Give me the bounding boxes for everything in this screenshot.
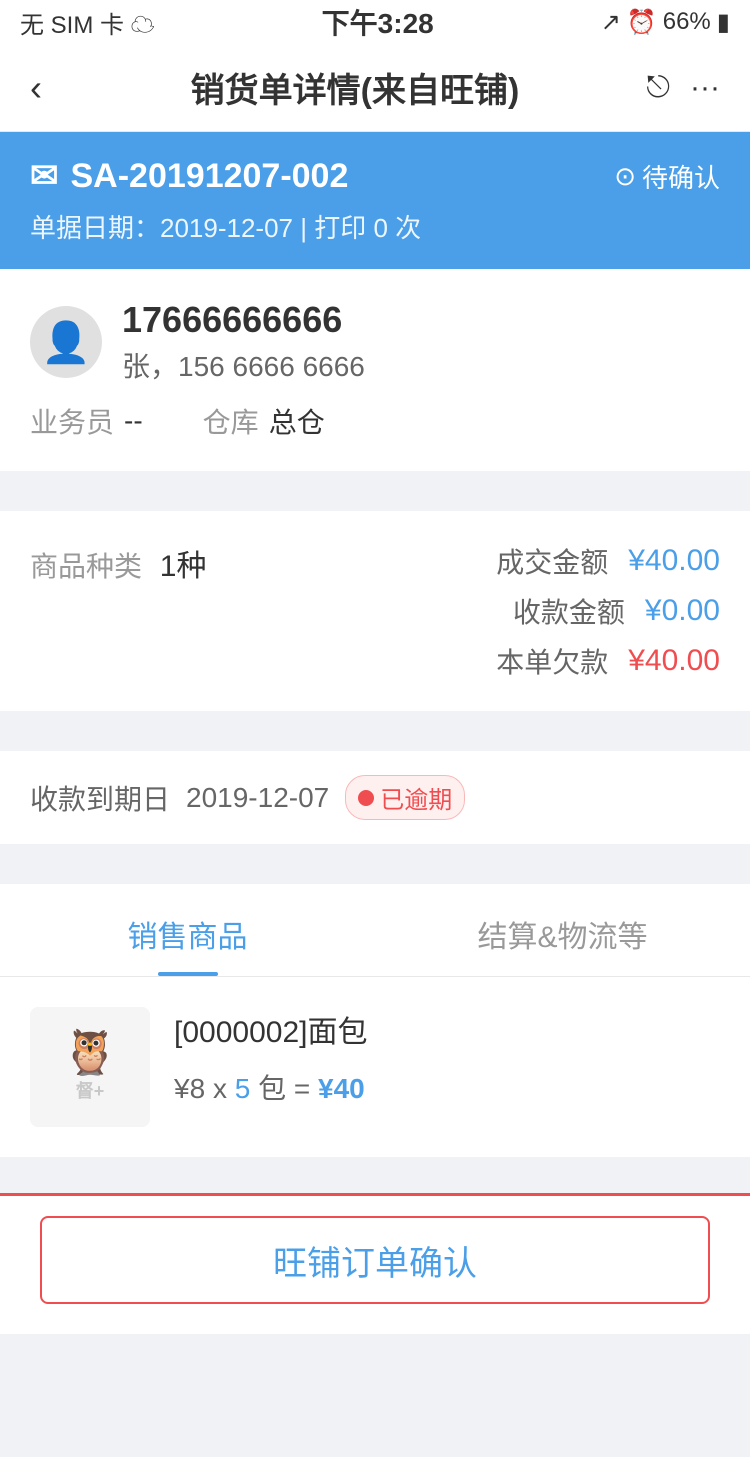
divider-2 — [0, 731, 750, 751]
order-status: ⊙ 待确认 — [614, 158, 720, 195]
battery-level: 66% — [663, 8, 711, 36]
avatar-icon: 👤 — [41, 319, 91, 366]
page-title: 销货单详情(来自旺铺) — [90, 63, 620, 112]
share-icon[interactable]: ⎋ — [646, 71, 670, 105]
more-icon[interactable]: ··· — [690, 71, 720, 105]
due-label: 收款到期日 — [30, 778, 170, 818]
back-icon: ‹ — [30, 67, 42, 108]
nav-bar: ‹ 销货单详情(来自旺铺) ⎋ ··· — [0, 44, 750, 132]
product-price: ¥8 — [174, 1073, 205, 1104]
customer-details: 17666666666 张，156 6666 6666 — [122, 299, 365, 385]
thumb-inner: 🦉 督+ — [63, 1031, 118, 1103]
sales-meta: 业务员 -- — [30, 401, 143, 441]
confirm-order-label: 旺铺订单确认 — [273, 1236, 477, 1285]
battery-icon: ▮ — [717, 8, 730, 37]
customer-meta: 业务员 -- 仓库 总仓 — [30, 401, 720, 441]
product-total: ¥40 — [318, 1073, 365, 1104]
clock-icon: ⊙ — [614, 161, 636, 192]
tab-sales-product[interactable]: 销售商品 — [0, 884, 375, 976]
warehouse-label: 仓库 — [203, 401, 259, 441]
amounts-section: 成交金额 ¥40.00 收款金额 ¥0.00 本单欠款 ¥40.00 — [496, 541, 720, 681]
due-date-value: 2019-12-07 — [186, 782, 329, 814]
transaction-value: ¥40.00 — [628, 544, 720, 578]
customer-row: 👤 17666666666 张，156 6666 6666 — [30, 299, 720, 385]
product-info: [0000002]面包 ¥8 x 5 包 = ¥40 — [174, 1007, 720, 1107]
alarm-icon: ⏰ — [627, 8, 657, 37]
tabs-row: 销售商品 结算&物流等 — [0, 884, 750, 976]
product-thumbnail: 🦉 督+ — [30, 1007, 150, 1127]
order-header: ✉ SA-20191207-002 ⊙ 待确认 单据日期：2019-12-07 … — [0, 132, 750, 269]
owed-row: 本单欠款 ¥40.00 — [496, 641, 720, 681]
print-info: 打印 0 次 — [314, 213, 421, 243]
confirm-order-button[interactable]: 旺铺订单确认 — [40, 1216, 710, 1304]
sales-label: 业务员 — [30, 401, 114, 441]
warehouse-value: 总仓 — [269, 401, 325, 441]
order-icon: ✉ — [30, 156, 59, 196]
status-left: 无 SIM 卡 ☁ — [20, 5, 155, 40]
owl-icon: 🦉 — [63, 1031, 118, 1075]
avatar: 👤 — [30, 306, 102, 378]
product-qty: 5 — [235, 1073, 251, 1104]
overdue-dot-icon — [358, 790, 374, 806]
order-id-row: ✉ SA-20191207-002 — [30, 156, 348, 196]
sales-value: -- — [124, 405, 143, 437]
received-label: 收款金额 — [513, 591, 625, 631]
divider-3 — [0, 864, 750, 884]
category-label: 商品种类 — [30, 551, 142, 582]
confirm-button-wrap: 旺铺订单确认 — [0, 1193, 750, 1334]
equals-symbol: = — [294, 1073, 318, 1104]
order-date-row: 单据日期：2019-12-07 | 打印 0 次 — [30, 208, 720, 245]
summary-section: 商品种类 1种 成交金额 ¥40.00 收款金额 ¥0.00 本单欠款 ¥40.… — [0, 511, 750, 711]
product-card: 🦉 督+ [0000002]面包 ¥8 x 5 包 = ¥40 — [0, 977, 750, 1157]
tabs-section: 销售商品 结算&物流等 — [0, 884, 750, 977]
product-name: [0000002]面包 — [174, 1007, 720, 1051]
transaction-label: 成交金额 — [496, 541, 608, 581]
status-text: 待确认 — [642, 158, 720, 195]
owed-label: 本单欠款 — [496, 641, 608, 681]
customer-phone: 17666666666 — [122, 299, 365, 341]
status-right: ↗ ⏰ 66% ▮ — [601, 8, 730, 37]
tab-active-indicator — [158, 972, 218, 976]
divider-1 — [0, 491, 750, 511]
date-label: 单据日期： — [30, 213, 160, 243]
status-time: 下午3:28 — [322, 2, 434, 42]
product-unit: 包 — [258, 1073, 286, 1104]
overdue-text: 已逾期 — [380, 780, 452, 815]
status-bar: 无 SIM 卡 ☁ 下午3:28 ↗ ⏰ 66% ▮ — [0, 0, 750, 44]
product-calc: ¥8 x 5 包 = ¥40 — [174, 1067, 720, 1107]
location-icon: ↗ — [601, 8, 621, 37]
back-button[interactable]: ‹ — [30, 67, 90, 109]
received-value: ¥0.00 — [645, 594, 720, 628]
customer-name: 张，156 6666 6666 — [122, 345, 365, 385]
warehouse-meta: 仓库 总仓 — [203, 401, 325, 441]
customer-section: 👤 17666666666 张，156 6666 6666 业务员 -- 仓库 … — [0, 269, 750, 471]
order-date-value: 2019-12-07 — [160, 213, 293, 243]
tab-settlement[interactable]: 结算&物流等 — [375, 884, 750, 976]
tab-settlement-label: 结算&物流等 — [477, 921, 647, 954]
category-value: 1种 — [160, 550, 207, 583]
sim-status: 无 SIM 卡 ☁ — [20, 5, 155, 40]
overdue-badge: 已逾期 — [345, 775, 465, 820]
order-id-text: SA-20191207-002 — [71, 157, 349, 196]
multiply-symbol: x — [213, 1073, 235, 1104]
plus-label: 督+ — [76, 1077, 105, 1103]
owed-value: ¥40.00 — [628, 644, 720, 678]
due-date-section: 收款到期日 2019-12-07 已逾期 — [0, 751, 750, 844]
tab-sales-product-label: 销售商品 — [128, 921, 248, 954]
nav-actions: ⎋ ··· — [620, 71, 720, 105]
category-info: 商品种类 1种 — [30, 541, 206, 585]
transaction-row: 成交金额 ¥40.00 — [496, 541, 720, 581]
date-separator: | — [293, 213, 314, 243]
product-section: 🦉 督+ [0000002]面包 ¥8 x 5 包 = ¥40 — [0, 977, 750, 1157]
received-row: 收款金额 ¥0.00 — [496, 591, 720, 631]
